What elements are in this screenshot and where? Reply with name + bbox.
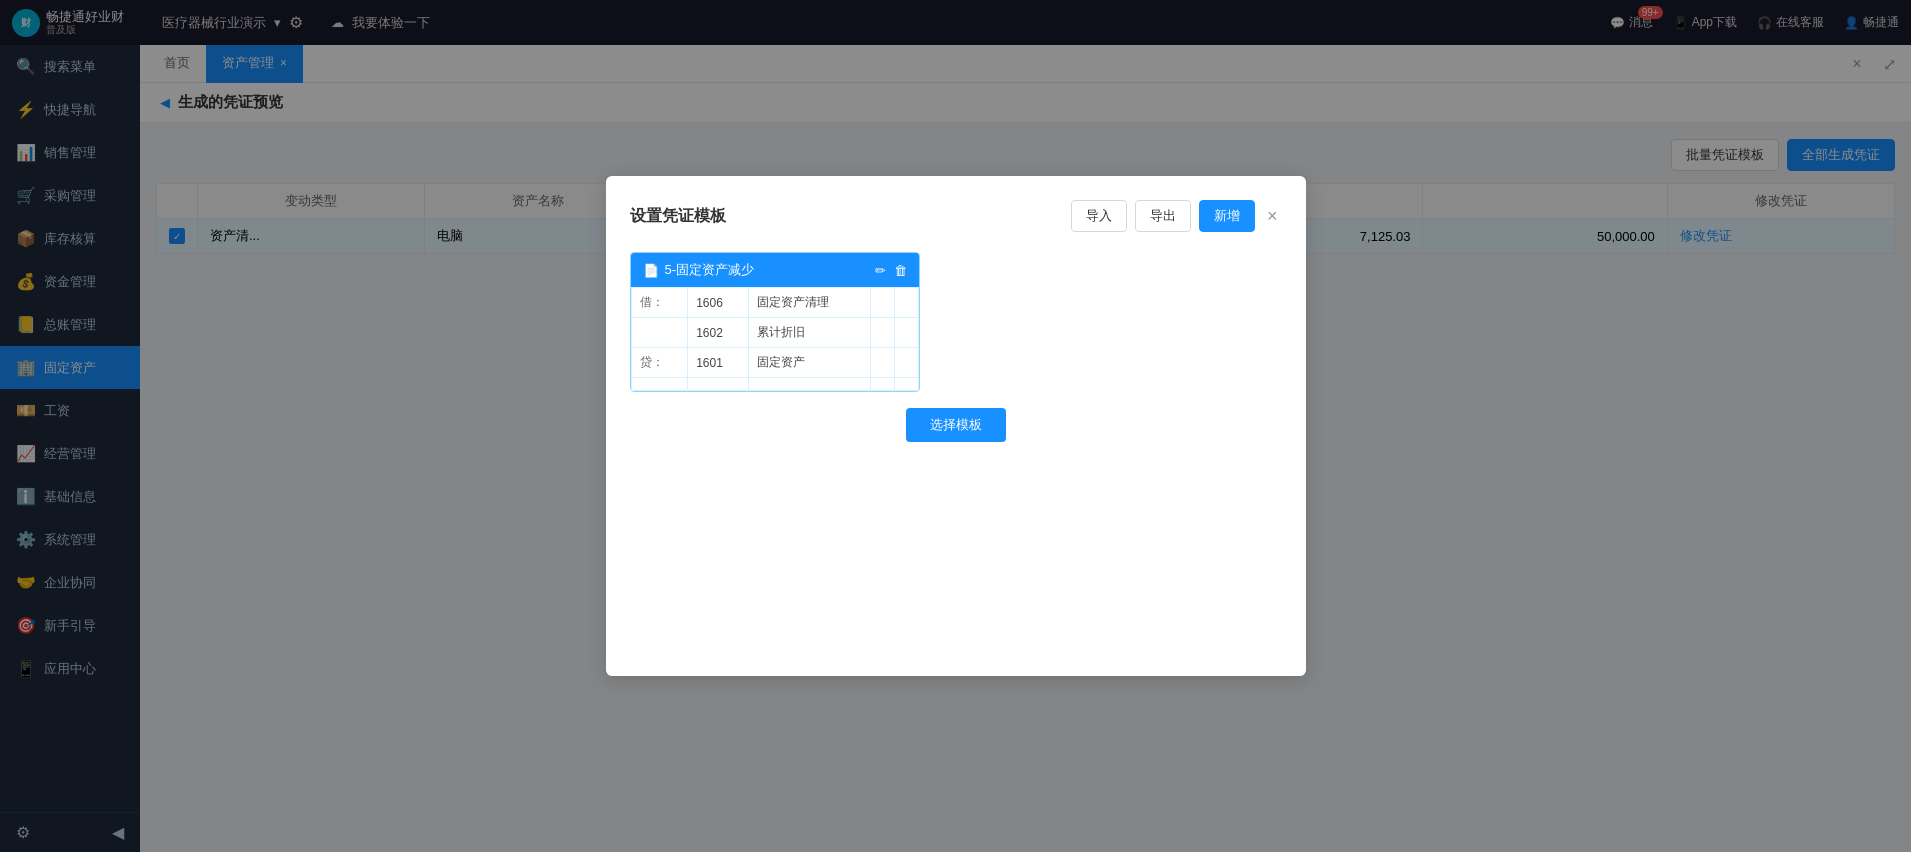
template-edit-icon[interactable]: ✏ [875,263,886,278]
export-btn[interactable]: 导出 [1135,200,1191,232]
template-full-name: 5-固定资产减少 [665,261,755,279]
debit-code-2: 1602 [688,318,748,348]
modal-title: 设置凭证模板 [630,206,726,227]
debit-name-1: 固定资产清理 [748,288,871,318]
debit-amount-1 [871,288,894,318]
debit-amount-2 [871,318,894,348]
credit-label: 贷： [631,348,688,378]
template-card: 📄 5-固定资产减少 ✏ 🗑 借： 1606 固定资产清理 [630,252,920,392]
template-debit-row-1: 借： 1606 固定资产清理 [631,288,918,318]
template-delete-icon[interactable]: 🗑 [894,263,907,278]
template-doc-icon: 📄 [643,263,659,278]
debit-label: 借： [631,288,688,318]
template-name: 固定资产减少 [676,262,754,277]
modal-header-actions: 导入 导出 新增 × [1071,200,1282,232]
template-credit-row-1: 贷： 1601 固定资产 [631,348,918,378]
credit-extra-1 [894,348,918,378]
select-template-btn[interactable]: 选择模板 [906,408,1006,442]
modal-header: 设置凭证模板 导入 导出 新增 × [630,200,1282,232]
debit-extra-2 [894,318,918,348]
credit-name-1: 固定资产 [748,348,871,378]
debit-code-1: 1606 [688,288,748,318]
debit-name-2: 累计折旧 [748,318,871,348]
modal-close-btn[interactable]: × [1263,207,1282,225]
modal-overlay[interactable]: 设置凭证模板 导入 导出 新增 × 📄 5-固定资产减少 ✏ 🗑 [0,0,1911,852]
debit-label-2 [631,318,688,348]
template-title-area: 📄 5-固定资产减少 [643,261,755,279]
template-debit-row-2: 1602 累计折旧 [631,318,918,348]
credit-code-1: 1601 [688,348,748,378]
template-empty-row [631,378,918,391]
import-btn[interactable]: 导入 [1071,200,1127,232]
template-card-actions: ✏ 🗑 [875,263,907,278]
template-card-header: 📄 5-固定资产减少 ✏ 🗑 [631,253,919,287]
debit-extra-1 [894,288,918,318]
modal-set-template: 设置凭证模板 导入 导出 新增 × 📄 5-固定资产减少 ✏ 🗑 [606,176,1306,676]
credit-amount-1 [871,348,894,378]
template-id: 5 [665,262,672,277]
template-table: 借： 1606 固定资产清理 1602 累计折旧 贷： [631,287,919,391]
new-btn[interactable]: 新增 [1199,200,1255,232]
